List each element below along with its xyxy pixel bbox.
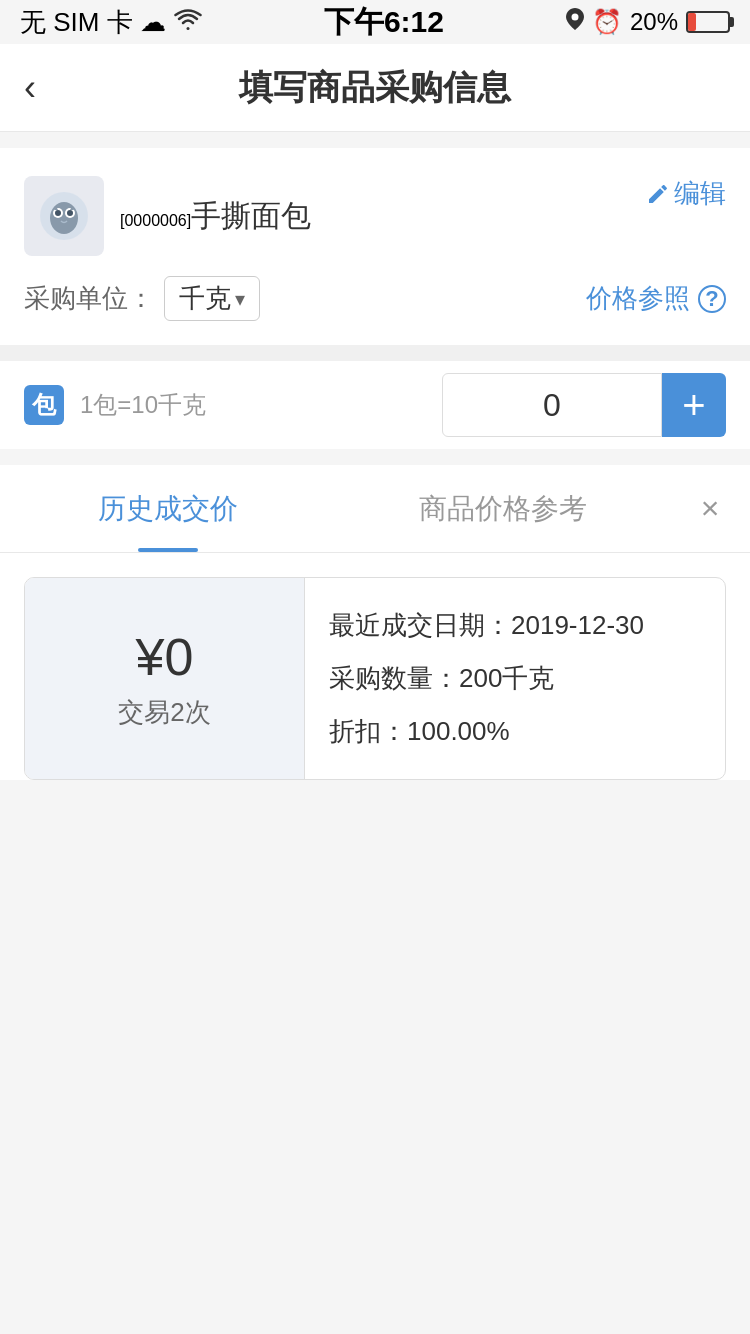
trade-card-left: ¥0 交易2次 <box>25 578 305 779</box>
discount-value: 100.00% <box>407 716 510 746</box>
purchase-qty-value: 200千克 <box>459 663 554 693</box>
status-right: ⏰ 20% <box>566 8 730 36</box>
sim-label: 无 SIM 卡 ☁ <box>20 5 166 40</box>
recent-date-value: 2019-12-30 <box>511 610 644 640</box>
purchase-qty-label: 采购数量： <box>329 663 459 693</box>
trade-card: ¥0 交易2次 最近成交日期：2019-12-30 采购数量：200千克 折扣：… <box>24 577 726 780</box>
svg-point-5 <box>55 210 61 216</box>
trade-purchase-qty: 采购数量：200千克 <box>329 659 701 698</box>
unit-select[interactable]: 千克 ▾ <box>164 276 260 321</box>
status-time: 下午6:12 <box>324 2 444 43</box>
quantity-unit-badge: 包 <box>24 385 64 425</box>
trade-price: ¥0 <box>136 627 194 687</box>
chevron-down-icon: ▾ <box>235 287 245 311</box>
trade-count: 交易2次 <box>118 695 210 730</box>
discount-label: 折扣： <box>329 716 407 746</box>
trade-discount: 折扣：100.00% <box>329 712 701 751</box>
tab-history-price-label: 历史成交价 <box>98 490 238 528</box>
product-name: [0000006]手撕面包 <box>120 196 311 237</box>
location-icon <box>566 8 584 36</box>
tab-history-price[interactable]: 历史成交价 <box>0 465 335 552</box>
unit-left: 采购单位： 千克 ▾ <box>24 276 260 321</box>
nav-bar: ‹ 填写商品采购信息 <box>0 44 750 132</box>
quantity-unit-info: 1包=10千克 <box>80 389 206 421</box>
page-title: 填写商品采购信息 <box>239 65 511 111</box>
quantity-section: 包 1包=10千克 0 + <box>0 361 750 449</box>
wifi-icon <box>174 7 202 38</box>
tab-price-reference-label: 商品价格参考 <box>419 490 587 528</box>
edit-button[interactable]: 编辑 <box>646 176 726 211</box>
product-title: 手撕面包 <box>191 199 311 232</box>
product-section: [0000006]手撕面包 编辑 采购单位： 千克 ▾ 价格参照 ? <box>0 148 750 345</box>
status-bar: 无 SIM 卡 ☁ 下午6:12 ⏰ 20% <box>0 0 750 44</box>
product-left: [0000006]手撕面包 <box>24 176 311 256</box>
tab-underline <box>138 548 198 552</box>
unit-value: 千克 <box>179 281 231 316</box>
trade-card-right: 最近成交日期：2019-12-30 采购数量：200千克 折扣：100.00% <box>305 578 725 779</box>
status-left: 无 SIM 卡 ☁ <box>20 5 202 40</box>
panel-tabs: 历史成交价 商品价格参考 × <box>0 465 750 553</box>
quantity-left: 包 1包=10千克 <box>24 385 206 425</box>
product-header: [0000006]手撕面包 编辑 <box>24 176 726 256</box>
panel-section: 历史成交价 商品价格参考 × ¥0 交易2次 最近成交日期：2019-12-30… <box>0 465 750 780</box>
quantity-value: 0 <box>543 387 561 424</box>
product-image <box>24 176 104 256</box>
recent-date-label: 最近成交日期： <box>329 610 511 640</box>
price-ref-label: 价格参照 <box>586 281 690 316</box>
tab-price-reference[interactable]: 商品价格参考 <box>335 465 670 552</box>
section-divider <box>0 345 750 361</box>
battery-icon <box>686 11 730 33</box>
alarm-icon: ⏰ <box>592 8 622 36</box>
price-ref-button[interactable]: 价格参照 ? <box>586 281 726 316</box>
product-unit-row: 采购单位： 千克 ▾ 价格参照 ? <box>24 276 726 321</box>
quantity-input[interactable]: 0 <box>442 373 662 437</box>
svg-point-6 <box>67 210 73 216</box>
help-icon: ? <box>698 285 726 313</box>
unit-label: 采购单位： <box>24 281 154 316</box>
svg-point-0 <box>571 14 578 21</box>
back-button[interactable]: ‹ <box>24 67 36 109</box>
svg-point-2 <box>50 202 78 234</box>
trade-recent-date: 最近成交日期：2019-12-30 <box>329 606 701 645</box>
panel-close-button[interactable]: × <box>670 465 750 552</box>
battery-pct: 20% <box>630 8 678 36</box>
quantity-right: 0 + <box>442 373 726 437</box>
product-code: [0000006] <box>120 212 191 229</box>
quantity-plus-button[interactable]: + <box>662 373 726 437</box>
